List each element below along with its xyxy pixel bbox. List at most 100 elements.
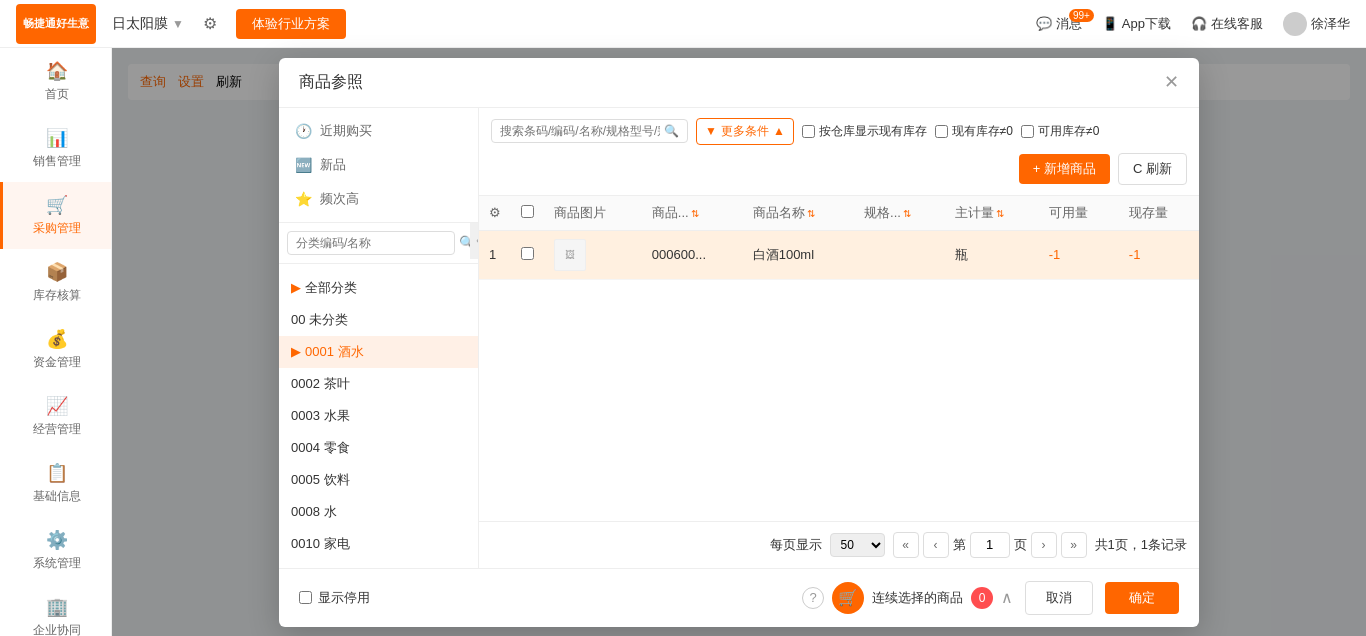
quick-recent[interactable]: 🕐 近期购买 — [287, 116, 470, 146]
category-item-all[interactable]: ▶ 全部分类 — [279, 272, 478, 304]
quick-frequent-label: 频次高 — [320, 190, 359, 208]
messages-btn[interactable]: 💬 消息 99+ — [1036, 15, 1082, 33]
category-item-uncategorized[interactable]: 00 未分类 — [279, 304, 478, 336]
more-filter-btn[interactable]: ▼ 更多条件 ▲ — [696, 118, 794, 145]
category-item-drink[interactable]: 0005 饮料 — [279, 464, 478, 496]
col-spec[interactable]: 规格...⇅ — [854, 196, 945, 231]
product-thumbnail: 🖼 — [554, 239, 586, 271]
search-icon: 🔍 — [664, 124, 679, 138]
sidebar-item-basic-info[interactable]: 📋 基础信息 — [0, 450, 111, 517]
cart-label: 连续选择的商品 — [872, 589, 963, 607]
cart-icon[interactable]: 🛒 — [832, 582, 864, 614]
modal-title: 商品参照 — [299, 72, 363, 93]
show-disabled-toggle[interactable]: 显示停用 — [299, 589, 370, 607]
purchase-icon: 🛒 — [46, 194, 68, 216]
row-image: 🖼 — [544, 230, 642, 279]
sidebar-item-label: 采购管理 — [33, 220, 81, 237]
close-icon[interactable]: ✕ — [1164, 73, 1179, 91]
col-name[interactable]: 商品名称⇅ — [743, 196, 854, 231]
navbar-right: 💬 消息 99+ 📱 App下载 🎧 在线客服 徐泽华 — [1036, 12, 1350, 36]
chevron-up-icon[interactable]: ∧ — [1001, 588, 1013, 607]
check-col-header[interactable] — [511, 196, 544, 231]
available-stock-checkbox[interactable] — [1021, 125, 1034, 138]
help-icon[interactable]: ? — [802, 587, 824, 609]
product-search-box[interactable]: 🔍 — [491, 119, 688, 143]
settings-icon[interactable]: ⚙ — [196, 10, 224, 38]
col-code[interactable]: 商品...⇅ — [642, 196, 743, 231]
filter-icon: ▼ — [705, 124, 717, 138]
page-last-btn[interactable]: » — [1061, 532, 1087, 558]
user-profile-btn[interactable]: 徐泽华 — [1283, 12, 1350, 36]
refresh-btn[interactable]: C 刷新 — [1118, 153, 1187, 185]
settings-col-header[interactable]: ⚙ — [479, 196, 511, 231]
cart-area: ? 🛒 连续选择的商品 0 ∧ — [802, 582, 1013, 614]
row-check[interactable] — [511, 230, 544, 279]
category-item-tea[interactable]: 0002 茶叶 — [279, 368, 478, 400]
star-icon: ⭐ — [295, 191, 312, 207]
image-placeholder: 🖼 — [565, 249, 575, 260]
warehouse-stock-filter[interactable]: 按仓库显示现有库存 — [802, 123, 927, 140]
category-item-snack[interactable]: 0004 零食 — [279, 432, 478, 464]
category-search-input[interactable] — [287, 231, 455, 255]
sidebar-item-label: 销售管理 — [33, 153, 81, 170]
quick-recent-label: 近期购买 — [320, 122, 372, 140]
collapse-panel-icon[interactable]: « — [470, 223, 479, 259]
product-table-wrap: ⚙ 商品图片 商品...⇅ 商品名称⇅ 规格...⇅ 主计量⇅ 可用量 现存量 — [479, 196, 1199, 521]
page-next-btn[interactable]: › — [1031, 532, 1057, 558]
enterprise-icon: 🏢 — [46, 596, 68, 618]
col-available: 可用量 — [1039, 196, 1119, 231]
product-search-input[interactable] — [500, 124, 660, 138]
add-product-btn[interactable]: + 新增商品 — [1019, 154, 1110, 184]
app-download-btn[interactable]: 📱 App下载 — [1102, 15, 1171, 33]
current-stock-checkbox[interactable] — [935, 125, 948, 138]
table-row[interactable]: 1 🖼 000600... 白酒100ml — [479, 230, 1199, 279]
current-stock-filter[interactable]: 现有库存≠0 — [935, 123, 1013, 140]
col-unit[interactable]: 主计量⇅ — [945, 196, 1039, 231]
sidebar-item-inventory[interactable]: 📦 库存核算 — [0, 249, 111, 316]
modal-toolbar: 🔍 ▼ 更多条件 ▲ 按仓库显示现有库存 — [479, 108, 1199, 196]
quick-frequent[interactable]: ⭐ 频次高 — [287, 184, 470, 214]
store-dropdown[interactable]: 日太阳膜 ▼ — [112, 15, 184, 33]
new-icon: 🆕 — [295, 157, 312, 173]
sidebar-item-purchase[interactable]: 🛒 采购管理 — [0, 182, 111, 249]
category-item-appliance[interactable]: 0010 家电 — [279, 528, 478, 560]
row-available: -1 — [1039, 230, 1119, 279]
quick-new[interactable]: 🆕 新品 — [287, 150, 470, 180]
table-header-row: ⚙ 商品图片 商品...⇅ 商品名称⇅ 规格...⇅ 主计量⇅ 可用量 现存量 — [479, 196, 1199, 231]
page-first-btn[interactable]: « — [893, 532, 919, 558]
sidebar-item-system[interactable]: ⚙️ 系统管理 — [0, 517, 111, 584]
available-stock-filter[interactable]: 可用库存≠0 — [1021, 123, 1099, 140]
confirm-btn[interactable]: 确定 — [1105, 582, 1179, 614]
main-layout: 🏠 首页 📊 销售管理 🛒 采购管理 📦 库存核算 💰 资金管理 📈 经营管理 … — [0, 48, 1366, 636]
category-item-alcohol[interactable]: ▶ 0001 酒水 — [279, 336, 478, 368]
page-input[interactable] — [970, 532, 1010, 558]
modal-left-panel: 🕐 近期购买 🆕 新品 ⭐ 频次高 — [279, 108, 479, 568]
sidebar-item-sales[interactable]: 📊 销售管理 — [0, 115, 111, 182]
cancel-btn[interactable]: 取消 — [1025, 581, 1093, 615]
sidebar-item-home[interactable]: 🏠 首页 — [0, 48, 111, 115]
page-prev-btn[interactable]: ‹ — [923, 532, 949, 558]
sidebar-item-finance[interactable]: 💰 资金管理 — [0, 316, 111, 383]
pagination: 每页显示 10 20 50 100 « ‹ 第 — [479, 521, 1199, 568]
sidebar-item-label: 库存核算 — [33, 287, 81, 304]
per-page-select[interactable]: 10 20 50 100 — [830, 533, 885, 557]
sidebar-item-label: 经营管理 — [33, 421, 81, 438]
sidebar-item-operation[interactable]: 📈 经营管理 — [0, 383, 111, 450]
page-prefix: 第 — [953, 536, 966, 554]
headset-icon: 🎧 — [1191, 16, 1207, 31]
experience-btn[interactable]: 体验行业方案 — [236, 9, 346, 39]
phone-icon: 📱 — [1102, 16, 1118, 31]
category-list: ▶ 全部分类 00 未分类 ▶ 0001 酒水 0002 茶 — [279, 264, 478, 568]
row-unit: 瓶 — [945, 230, 1039, 279]
message-icon: 💬 — [1036, 16, 1052, 31]
row-checkbox[interactable] — [521, 247, 534, 260]
online-service-btn[interactable]: 🎧 在线客服 — [1191, 15, 1263, 33]
col-stock: 现存量 — [1119, 196, 1199, 231]
warehouse-stock-checkbox[interactable] — [802, 125, 815, 138]
category-item-fruit[interactable]: 0003 水果 — [279, 400, 478, 432]
select-all-checkbox[interactable] — [521, 205, 534, 218]
show-disabled-checkbox[interactable] — [299, 591, 312, 604]
modal-header: 商品参照 ✕ — [279, 58, 1199, 108]
sidebar-item-enterprise[interactable]: 🏢 企业协同 — [0, 584, 111, 636]
category-item-water[interactable]: 0008 水 — [279, 496, 478, 528]
